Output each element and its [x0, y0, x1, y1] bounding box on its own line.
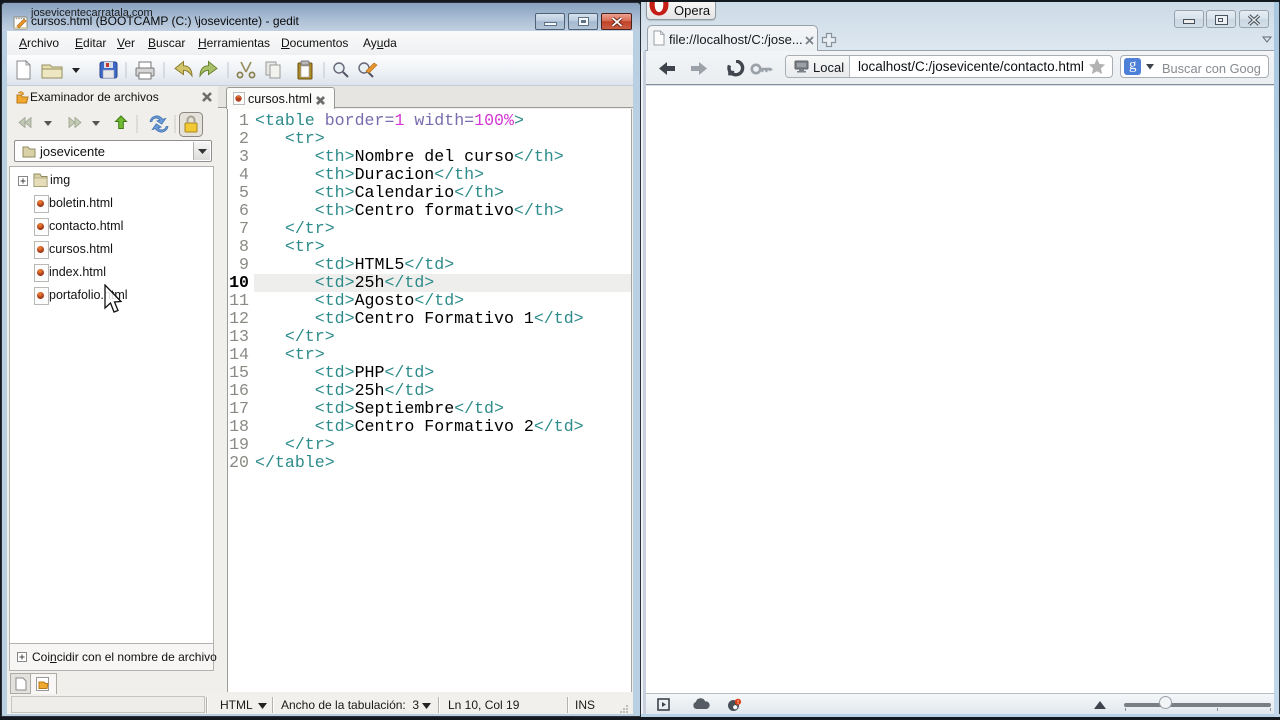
- svg-text:!: !: [737, 700, 739, 706]
